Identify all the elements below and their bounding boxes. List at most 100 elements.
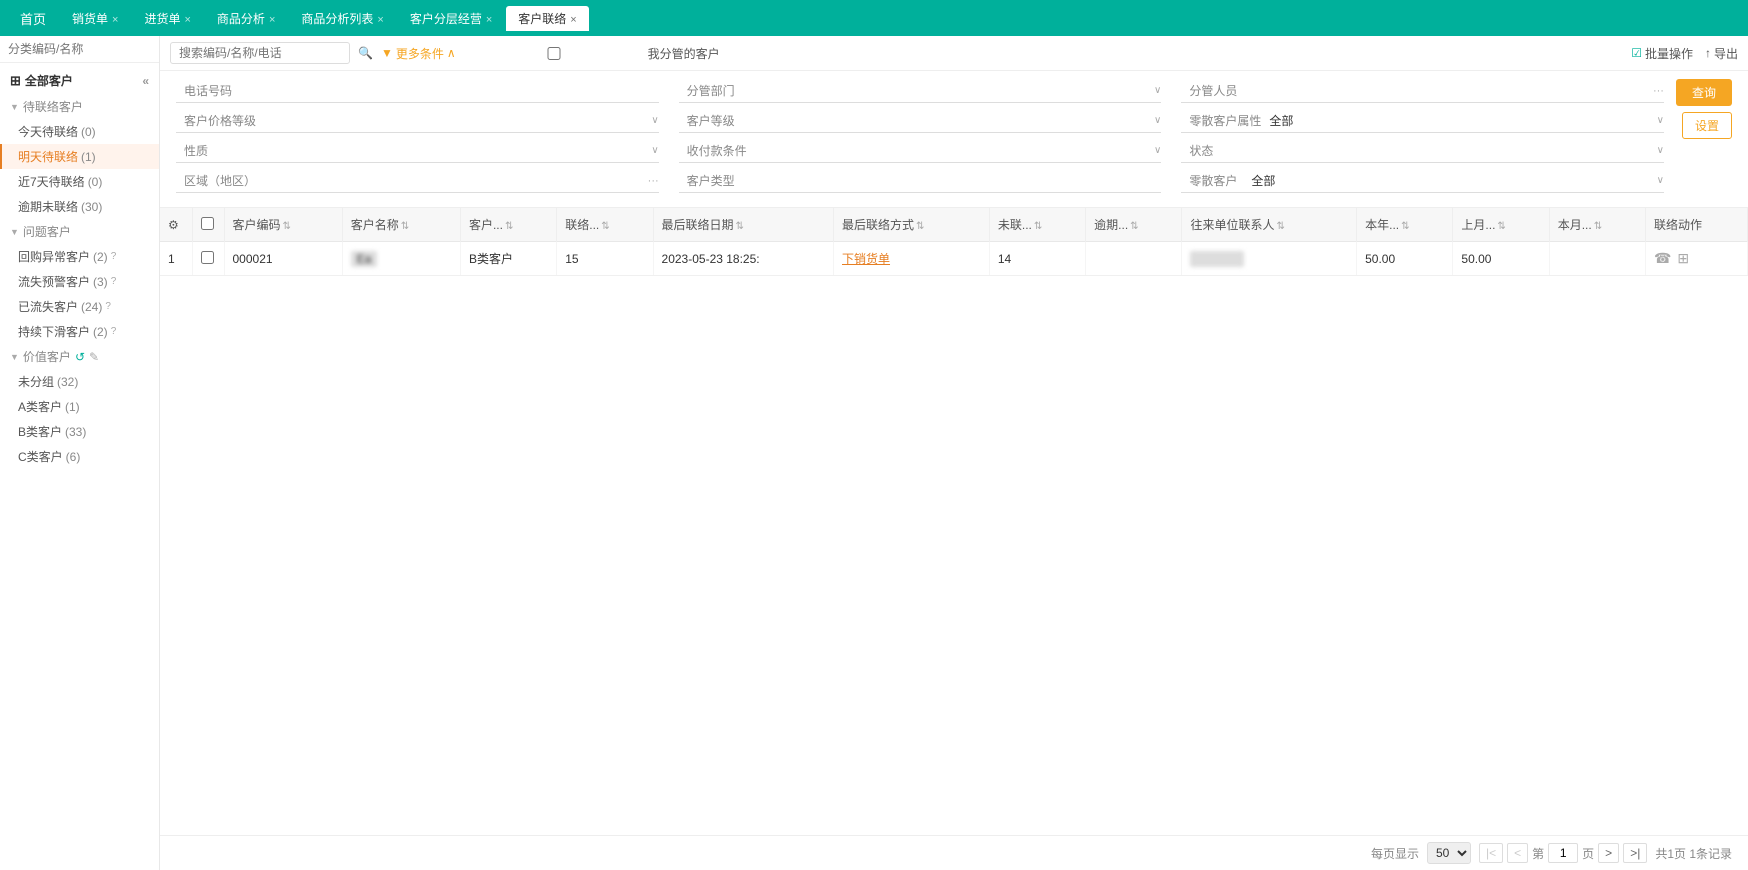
chevron-down-icon[interactable]: ∨ xyxy=(651,115,658,126)
cell-category: B类客户 xyxy=(460,242,556,276)
col-settings[interactable]: ⚙ xyxy=(160,208,192,242)
sidebar-item-overdue-pending[interactable]: 逾期未联络(30) xyxy=(0,194,159,219)
chevron-down-icon[interactable]: ∨ xyxy=(1154,115,1161,126)
page-number-input[interactable] xyxy=(1548,843,1578,863)
nav-product-analysis[interactable]: 商品分析× xyxy=(205,6,287,31)
sidebar-all-customers[interactable]: ⊞全部客户 « xyxy=(0,67,159,94)
edit-icon[interactable]: ✎ xyxy=(89,350,99,364)
next-page-button[interactable]: > xyxy=(1598,843,1619,863)
filter-panel: 电话号码 分管部门 ∨ 分管人员 ··· xyxy=(160,71,1748,208)
nav-customer-layering[interactable]: 客户分层经营× xyxy=(398,6,504,31)
col-last-contact-date[interactable]: 最后联络日期⇅ xyxy=(653,208,833,242)
filter-more-button[interactable]: ▼ 更多条件 ∧ xyxy=(381,45,456,62)
page-prefix-label: 第 xyxy=(1532,845,1544,862)
col-category[interactable]: 客户...⇅ xyxy=(460,208,556,242)
chevron-down-icon[interactable]: ∨ xyxy=(1657,115,1664,126)
col-contact[interactable]: 联络...⇅ xyxy=(557,208,653,242)
filter-type-label: 客户类型 xyxy=(679,172,749,189)
sort-icon: ⇅ xyxy=(401,221,409,232)
more-icon[interactable]: ··· xyxy=(648,175,659,187)
close-icon: × xyxy=(377,14,383,26)
sidebar-group-value[interactable]: 价值客户 ↺ ✎ xyxy=(0,344,159,369)
nav-purchase-order[interactable]: 进货单× xyxy=(132,6,202,31)
col-this-year[interactable]: 本年...⇅ xyxy=(1357,208,1453,242)
query-button[interactable]: 查询 xyxy=(1676,79,1732,106)
sidebar-search-area: 🔍 xyxy=(0,36,159,63)
filter-region-label: 区域（地区） xyxy=(176,172,264,189)
col-last-contact-method[interactable]: 最后联络方式⇅ xyxy=(834,208,990,242)
sidebar-item-today-pending[interactable]: 今天待联络(0) xyxy=(0,119,159,144)
col-name[interactable]: 客户名称⇅ xyxy=(342,208,460,242)
refresh-icon[interactable]: ↺ xyxy=(75,350,85,364)
sidebar-item-b-class[interactable]: B类客户(33) xyxy=(0,419,159,444)
filter-retail-label: 零散客户 xyxy=(1181,172,1251,189)
batch-operation-button[interactable]: ☑ 批量操作 xyxy=(1631,45,1693,62)
sidebar-group-pending[interactable]: 待联络客户 xyxy=(0,94,159,119)
sidebar-item-ungrouped[interactable]: 未分组(32) xyxy=(0,369,159,394)
more-icon[interactable]: ··· xyxy=(1653,85,1664,97)
search-icon[interactable]: 🔍 xyxy=(358,46,373,60)
toolbar: 🔍 ▼ 更多条件 ∧ 我分管的客户 ☑ 批量操作 ↑ 导出 xyxy=(160,36,1748,71)
sidebar-item-tomorrow-pending[interactable]: 明天待联络(1) xyxy=(0,144,159,169)
cell-action[interactable]: ☎ ⊞ xyxy=(1645,242,1747,276)
col-last-month[interactable]: 上月...⇅ xyxy=(1453,208,1549,242)
sidebar-group-problem[interactable]: 问题客户 xyxy=(0,219,159,244)
sidebar-search-input[interactable] xyxy=(8,42,160,56)
sidebar-item-declining[interactable]: 持续下滑客户(2) ? xyxy=(0,319,159,344)
sidebar-item-abnormal-repurchase[interactable]: 回购异常客户(2) ? xyxy=(0,244,159,269)
nav-home[interactable]: 首页 xyxy=(8,5,58,32)
content-area: 🔍 ▼ 更多条件 ∧ 我分管的客户 ☑ 批量操作 ↑ 导出 xyxy=(160,36,1748,870)
export-button[interactable]: ↑ 导出 xyxy=(1705,45,1738,62)
col-overdue[interactable]: 逾期...⇅ xyxy=(1086,208,1182,242)
per-page-select[interactable]: 50 xyxy=(1427,842,1471,864)
export-icon: ↑ xyxy=(1705,46,1711,60)
cell-this-month xyxy=(1549,242,1645,276)
row-checkbox[interactable] xyxy=(201,251,214,264)
table-container: ⚙ 客户编码⇅ 客户名称⇅ 客户...⇅ 联络...⇅ 最后联络日期⇅ 最后联络… xyxy=(160,208,1748,835)
chevron-down-icon[interactable]: ∨ xyxy=(1657,145,1664,156)
select-all-checkbox[interactable] xyxy=(201,217,214,230)
filter-region: 区域（地区） ··· xyxy=(176,169,659,193)
sidebar-item-a-class[interactable]: A类客户(1) xyxy=(0,394,159,419)
first-page-button[interactable]: |< xyxy=(1479,843,1503,863)
my-customers-checkbox-label[interactable]: 我分管的客户 xyxy=(464,45,720,62)
chevron-down-icon[interactable]: ∨ xyxy=(651,145,658,156)
sort-icon: ⇅ xyxy=(505,221,513,232)
filter-retail-attr-value[interactable]: 全部 xyxy=(1269,112,1656,129)
sidebar-item-churn-warning[interactable]: 流失预警客户(3) ? xyxy=(0,269,159,294)
chevron-down-icon[interactable]: ∨ xyxy=(1657,175,1664,186)
cell-last-contact-method[interactable]: 下销货单 xyxy=(834,242,990,276)
chevron-down-icon[interactable]: ∨ xyxy=(1154,145,1161,156)
close-icon: × xyxy=(570,14,576,26)
page-suffix-label: 页 xyxy=(1582,845,1594,862)
settings-button[interactable]: 设置 xyxy=(1682,112,1732,139)
nav-sales-order[interactable]: 销货单× xyxy=(60,6,130,31)
search-input[interactable] xyxy=(170,42,350,64)
col-code[interactable]: 客户编码⇅ xyxy=(224,208,342,242)
my-customers-checkbox[interactable] xyxy=(464,47,644,60)
chevron-down-icon[interactable]: ∨ xyxy=(1154,85,1161,96)
col-this-month[interactable]: 本月...⇅ xyxy=(1549,208,1645,242)
table-row: 1 000021 Ea B类客户 15 2023-05-23 18:25: 下销… xyxy=(160,242,1748,276)
nav-customer-contact[interactable]: 客户联络× xyxy=(506,6,588,31)
filter-department: 分管部门 ∨ xyxy=(679,79,1162,103)
per-page-label: 每页显示 xyxy=(1371,845,1419,862)
collapse-icon[interactable]: « xyxy=(142,74,149,88)
col-unit-contact[interactable]: 往来单位联系人⇅ xyxy=(1182,208,1357,242)
sidebar-item-7days-pending[interactable]: 近7天待联络(0) xyxy=(0,169,159,194)
sidebar-item-c-class[interactable]: C类客户(6) xyxy=(0,444,159,469)
contact-icon[interactable]: ☎ xyxy=(1654,250,1671,267)
col-uncontacted[interactable]: 未联...⇅ xyxy=(989,208,1085,242)
prev-page-button[interactable]: < xyxy=(1507,843,1528,863)
more-action-icon[interactable]: ⊞ xyxy=(1677,250,1689,267)
filter-retail-value[interactable]: 全部 xyxy=(1251,172,1656,189)
sidebar-item-churned[interactable]: 已流失客户(24) ? xyxy=(0,294,159,319)
col-checkbox[interactable] xyxy=(192,208,224,242)
cell-unit-contact xyxy=(1182,242,1357,276)
last-page-button[interactable]: >| xyxy=(1623,843,1647,863)
cell-name[interactable]: Ea xyxy=(342,242,460,276)
cell-checkbox[interactable] xyxy=(192,242,224,276)
nav-product-analysis-list[interactable]: 商品分析列表× xyxy=(289,6,395,31)
footer: 每页显示 50 |< < 第 页 > >| 共1页 1条记录 xyxy=(160,835,1748,870)
filter-row-4: 区域（地区） ··· 客户类型 零散客户 全部 xyxy=(176,169,1664,193)
